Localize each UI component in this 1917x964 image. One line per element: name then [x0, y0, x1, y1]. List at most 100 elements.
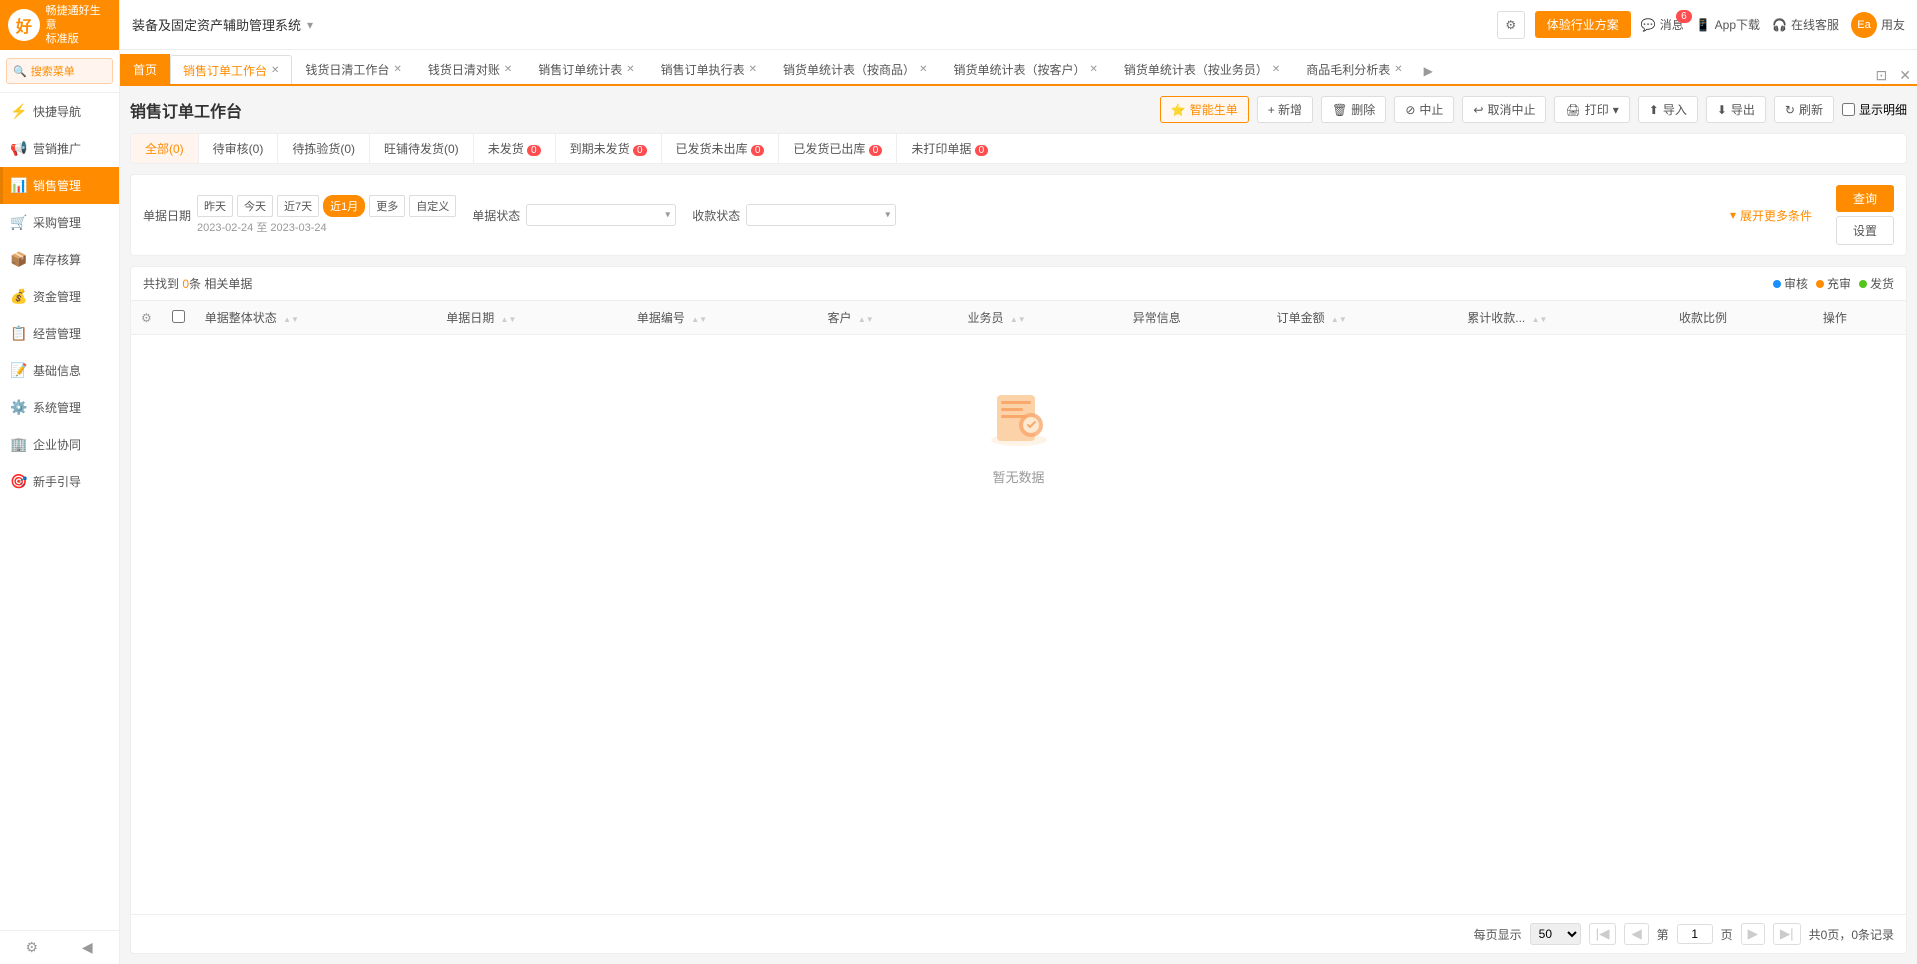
tab-close-cash-reconcile[interactable]: ✕: [504, 64, 512, 75]
col-settings[interactable]: ⚙: [131, 301, 162, 335]
sidebar-item-sales[interactable]: 📊 销售管理: [0, 167, 119, 204]
tab-cash-reconcile[interactable]: 钱货日清对账 ✕: [415, 54, 525, 84]
settings-bottom-button[interactable]: ⚙: [8, 939, 56, 956]
sidebar-item-operations[interactable]: 📋 经营管理: [0, 315, 119, 352]
tab-sales-summary-customer[interactable]: 销货单统计表（按客户） ✕: [940, 54, 1110, 84]
delete-button[interactable]: 🗑 删除: [1321, 96, 1386, 123]
sidebar-item-inventory[interactable]: 📦 库存核算: [0, 241, 119, 278]
import-button[interactable]: ⬆ 导入: [1638, 96, 1698, 123]
smart-create-button[interactable]: ⭐ 智能生单: [1160, 96, 1249, 123]
message-button[interactable]: 💬 消息 6: [1641, 16, 1684, 33]
sort-collected-icon[interactable]: ▲▼: [1532, 315, 1548, 324]
batch-ship-button[interactable]: 发货: [1859, 275, 1894, 292]
expand-more-button[interactable]: ▾ 展开更多条件: [1730, 207, 1812, 224]
tab-sales-summary-staff[interactable]: 销货单统计表（按业务员） ✕: [1111, 54, 1293, 84]
batch-review-button[interactable]: 审核: [1773, 275, 1808, 292]
add-button[interactable]: + 新增: [1257, 96, 1313, 123]
sidebar-item-system[interactable]: ⚙️ 系统管理: [0, 389, 119, 426]
tab-product-margin[interactable]: 商品毛利分析表 ✕: [1293, 54, 1415, 84]
tab-close-sales-exec[interactable]: ✕: [749, 64, 757, 75]
sort-amount-icon[interactable]: ▲▼: [1331, 315, 1347, 324]
sidebar-item-basic-info[interactable]: 📝 基础信息: [0, 352, 119, 389]
solution-button[interactable]: 体验行业方案: [1535, 11, 1631, 38]
online-service-button[interactable]: 🎧 在线客服: [1772, 16, 1839, 33]
filter-tab-not-shipped[interactable]: 未发货 0: [474, 134, 556, 163]
sort-status-icon[interactable]: ▲▼: [283, 315, 299, 324]
tab-close-product-margin[interactable]: ✕: [1394, 64, 1402, 75]
sort-date-icon[interactable]: ▲▼: [501, 315, 517, 324]
tab-sales-summary-product[interactable]: 销货单统计表（按商品） ✕: [770, 54, 940, 84]
filter-tab-all[interactable]: 全部(0): [131, 134, 199, 163]
collapse-sidebar-button[interactable]: ◀: [64, 939, 112, 956]
col-exception-header: 异常信息: [1123, 301, 1267, 335]
sort-customer-icon[interactable]: ▲▼: [858, 315, 874, 324]
date-quick-today[interactable]: 今天: [237, 195, 273, 217]
page-of-label: 页: [1721, 926, 1733, 943]
filter-tab-shipped-out[interactable]: 已发货已出库 0: [779, 134, 897, 163]
status-select[interactable]: [526, 204, 676, 226]
tab-close-summary-staff[interactable]: ✕: [1272, 64, 1280, 75]
date-quick-7days[interactable]: 近7天: [277, 195, 319, 217]
tabbar-window-actions: ⊡ ✕: [1870, 67, 1917, 84]
filter-tab-overdue-ship[interactable]: 到期未发货 0: [556, 134, 662, 163]
tab-cash-daily[interactable]: 钱货日清工作台 ✕: [292, 54, 414, 84]
payment-select[interactable]: [746, 204, 896, 226]
tab-close-all-button[interactable]: ✕: [1893, 67, 1917, 84]
sidebar-item-finance[interactable]: 💰 资金管理: [0, 278, 119, 315]
tab-sales-exec[interactable]: 销售订单执行表 ✕: [648, 54, 770, 84]
topbar-gear-button[interactable]: ⚙: [1497, 11, 1525, 39]
filter-tab-unprinted[interactable]: 未打印单据 0: [897, 134, 1002, 163]
print-button[interactable]: 🖨 打印 ▾: [1554, 96, 1629, 123]
export-button[interactable]: ⬇ 导出: [1706, 96, 1766, 123]
query-button[interactable]: 查询: [1836, 185, 1894, 212]
not-shipped-badge: 0: [527, 145, 541, 156]
filter-setting-button[interactable]: 设置: [1836, 216, 1894, 245]
sidebar-item-enterprise[interactable]: 🏢 企业协同: [0, 426, 119, 463]
filter-tab-pending-inspect[interactable]: 待拣验货(0): [278, 134, 370, 163]
filter-tab-shipped-not-out[interactable]: 已发货未出库 0: [662, 134, 780, 163]
user-menu-button[interactable]: Ea 用友: [1851, 12, 1905, 38]
date-quick-1month[interactable]: 近1月: [323, 195, 365, 217]
page-last-button[interactable]: ▶|: [1773, 923, 1801, 945]
tab-close-cash-daily[interactable]: ✕: [393, 64, 401, 75]
star-icon: ⭐: [1171, 103, 1186, 117]
filter-tab-pending-review[interactable]: 待审核(0): [199, 134, 279, 163]
suspend-button[interactable]: ⊘ 中止: [1394, 96, 1454, 123]
page-size-select[interactable]: 10 20 50 100: [1530, 923, 1581, 945]
tab-close-sales-workbench[interactable]: ✕: [271, 65, 279, 76]
tab-restore-button[interactable]: ⊡: [1870, 67, 1894, 84]
sort-staff-icon[interactable]: ▲▼: [1010, 315, 1026, 324]
page-prev-button[interactable]: ◀: [1624, 923, 1648, 945]
page-next-button[interactable]: ▶: [1741, 923, 1765, 945]
system-dropdown-button[interactable]: ▾: [307, 18, 313, 32]
col-collected-header: 累计收款... ▲▼: [1457, 301, 1669, 335]
show-detail-checkbox[interactable]: [1842, 103, 1855, 116]
search-menu-button[interactable]: 🔍 搜索菜单: [6, 58, 113, 84]
page-number-input[interactable]: [1677, 924, 1713, 944]
sidebar-item-marketing[interactable]: 📢 营销推广: [0, 130, 119, 167]
tab-home[interactable]: 首页: [120, 54, 170, 84]
page-first-button[interactable]: |◀: [1589, 923, 1617, 945]
tabs-more-button[interactable]: ▶: [1416, 58, 1441, 84]
show-detail-checkbox-label[interactable]: 显示明细: [1842, 101, 1907, 118]
tab-close-summary-customer[interactable]: ✕: [1089, 64, 1097, 75]
date-quick-yesterday[interactable]: 昨天: [197, 195, 233, 217]
search-icon: 🔍: [13, 65, 27, 78]
select-all-checkbox[interactable]: [172, 310, 185, 323]
tab-close-sales-stats[interactable]: ✕: [626, 64, 634, 75]
tab-sales-stats[interactable]: 销售订单统计表 ✕: [525, 54, 647, 84]
filter-tab-wangpu-ship[interactable]: 旺铺待发货(0): [370, 134, 474, 163]
refresh-button[interactable]: ↻ 刷新: [1774, 96, 1834, 123]
batch-cancel-review-button[interactable]: 充审: [1816, 275, 1851, 292]
date-quick-more[interactable]: 更多: [369, 195, 405, 217]
sort-number-icon[interactable]: ▲▼: [691, 315, 707, 324]
tab-close-summary-product[interactable]: ✕: [919, 64, 927, 75]
app-download-button[interactable]: 📱 App下载: [1696, 16, 1760, 33]
tab-sales-workbench[interactable]: 销售订单工作台 ✕: [170, 55, 292, 85]
sidebar-item-newbie[interactable]: 🎯 新手引导: [0, 463, 119, 500]
cancel-icon: ↩: [1473, 103, 1483, 117]
sidebar-item-quick-nav[interactable]: ⚡ 快捷导航: [0, 93, 119, 130]
date-quick-custom[interactable]: 自定义: [409, 195, 456, 217]
cancel-suspend-button[interactable]: ↩ 取消中止: [1462, 96, 1546, 123]
sidebar-item-purchase[interactable]: 🛒 采购管理: [0, 204, 119, 241]
